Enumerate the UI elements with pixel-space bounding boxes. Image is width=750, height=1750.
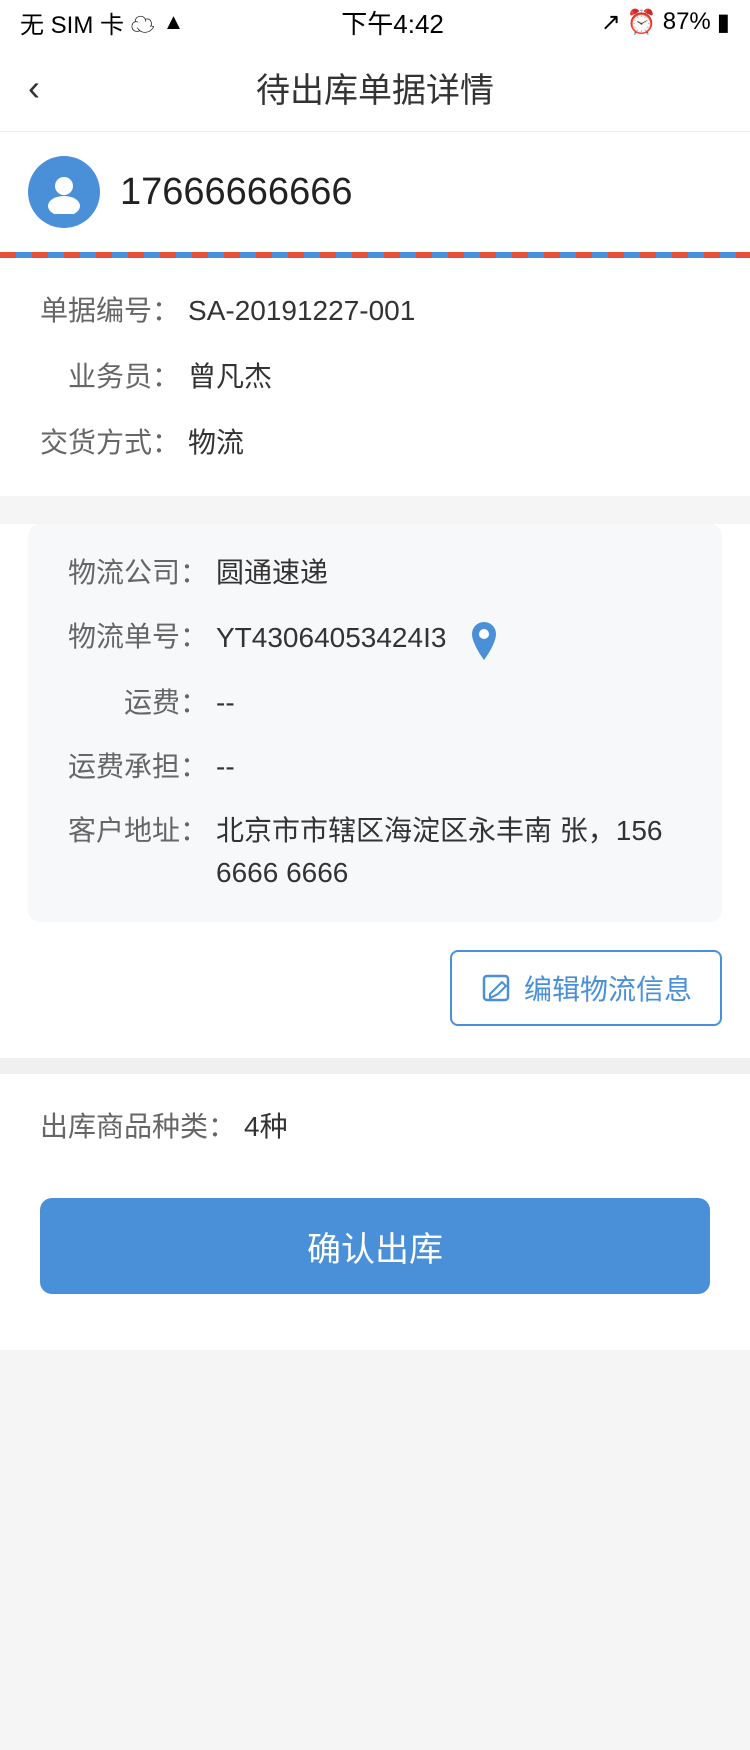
product-types-row: 出库商品种类： 4种 — [40, 1106, 710, 1148]
back-button[interactable]: ‹ — [28, 67, 40, 109]
avatar — [28, 156, 100, 228]
delivery-method-label: 交货方式： — [40, 422, 180, 464]
alarm-icon: ⏰ — [627, 8, 657, 37]
delivery-method-row: 交货方式： 物流 — [40, 422, 710, 464]
confirm-label: 确认出库 — [307, 1222, 443, 1271]
logistics-freight-bearer-row: 运费承担： -- — [60, 746, 690, 788]
logistics-company-row: 物流公司： 圆通速递 — [60, 552, 690, 594]
sim-label: 无 SIM 卡 ☁ — [20, 5, 155, 40]
logistics-tracking-label: 物流单号： — [60, 616, 208, 658]
status-right: ↗ ⏰ 87% ▮ — [601, 8, 730, 37]
sales-person-label: 业务员： — [40, 356, 180, 398]
status-bar: 无 SIM 卡 ☁ ▲ 下午4:42 ↗ ⏰ 87% ▮ — [0, 0, 750, 44]
edit-logistics-label: 编辑物流信息 — [524, 968, 692, 1008]
sales-person-row: 业务员： 曾凡杰 — [40, 356, 710, 398]
empty-area — [0, 1350, 750, 1550]
customer-header: 17666666666 — [0, 132, 750, 252]
order-no-value: SA-20191227-001 — [188, 290, 710, 332]
location-icon: ↗ — [601, 8, 621, 37]
user-icon — [42, 170, 86, 214]
logistics-address-value: 北京市市辖区海淀区永丰南 张，156 6666 6666 — [216, 810, 690, 894]
edit-icon — [480, 972, 512, 1004]
order-no-label: 单据编号： — [40, 290, 180, 332]
logistics-freight-bearer-label: 运费承担： — [60, 746, 208, 788]
battery-label: 87% — [663, 8, 711, 36]
logistics-freight-row: 运费： -- — [60, 682, 690, 724]
status-time: 下午4:42 — [341, 4, 444, 41]
page-title: 待出库单据详情 — [256, 63, 494, 112]
nav-bar: ‹ 待出库单据详情 — [0, 44, 750, 132]
sales-person-value: 曾凡杰 — [188, 356, 710, 398]
product-types-label: 出库商品种类： — [40, 1106, 236, 1148]
logistics-company-value: 圆通速递 — [216, 552, 690, 594]
product-types-value: 4种 — [244, 1106, 288, 1148]
order-no-row: 单据编号： SA-20191227-001 — [40, 290, 710, 332]
edit-button-row: 编辑物流信息 — [0, 950, 750, 1058]
wifi-icon: ▲ — [163, 9, 185, 35]
order-info-section: 单据编号： SA-20191227-001 业务员： 曾凡杰 交货方式： 物流 — [0, 258, 750, 496]
logistics-inner: 物流公司： 圆通速递 物流单号： YT43064053424I3 运费： -- — [28, 524, 722, 922]
tracking-location-icon[interactable] — [462, 616, 506, 660]
edit-logistics-button[interactable]: 编辑物流信息 — [450, 950, 722, 1026]
logistics-freight-label: 运费： — [60, 682, 208, 724]
logistics-freight-bearer-value: -- — [216, 746, 690, 788]
confirm-button[interactable]: 确认出库 — [40, 1198, 710, 1294]
gray-divider — [0, 1058, 750, 1074]
customer-phone: 17666666666 — [120, 171, 352, 214]
battery-icon: ▮ — [717, 8, 730, 37]
logistics-address-label: 客户地址： — [60, 810, 208, 852]
status-left: 无 SIM 卡 ☁ ▲ — [20, 5, 184, 40]
bottom-bar: 确认出库 — [0, 1174, 750, 1334]
logistics-card: 物流公司： 圆通速递 物流单号： YT43064053424I3 运费： -- — [0, 524, 750, 1058]
logistics-freight-value: -- — [216, 682, 690, 724]
logistics-tracking-no: YT43064053424I3 — [216, 617, 446, 659]
tracking-value-container: YT43064053424I3 — [208, 616, 506, 660]
logistics-address-row: 客户地址： 北京市市辖区海淀区永丰南 张，156 6666 6666 — [60, 810, 690, 894]
delivery-method-value: 物流 — [188, 422, 710, 464]
logistics-company-label: 物流公司： — [60, 552, 208, 594]
logistics-tracking-row: 物流单号： YT43064053424I3 — [60, 616, 690, 660]
